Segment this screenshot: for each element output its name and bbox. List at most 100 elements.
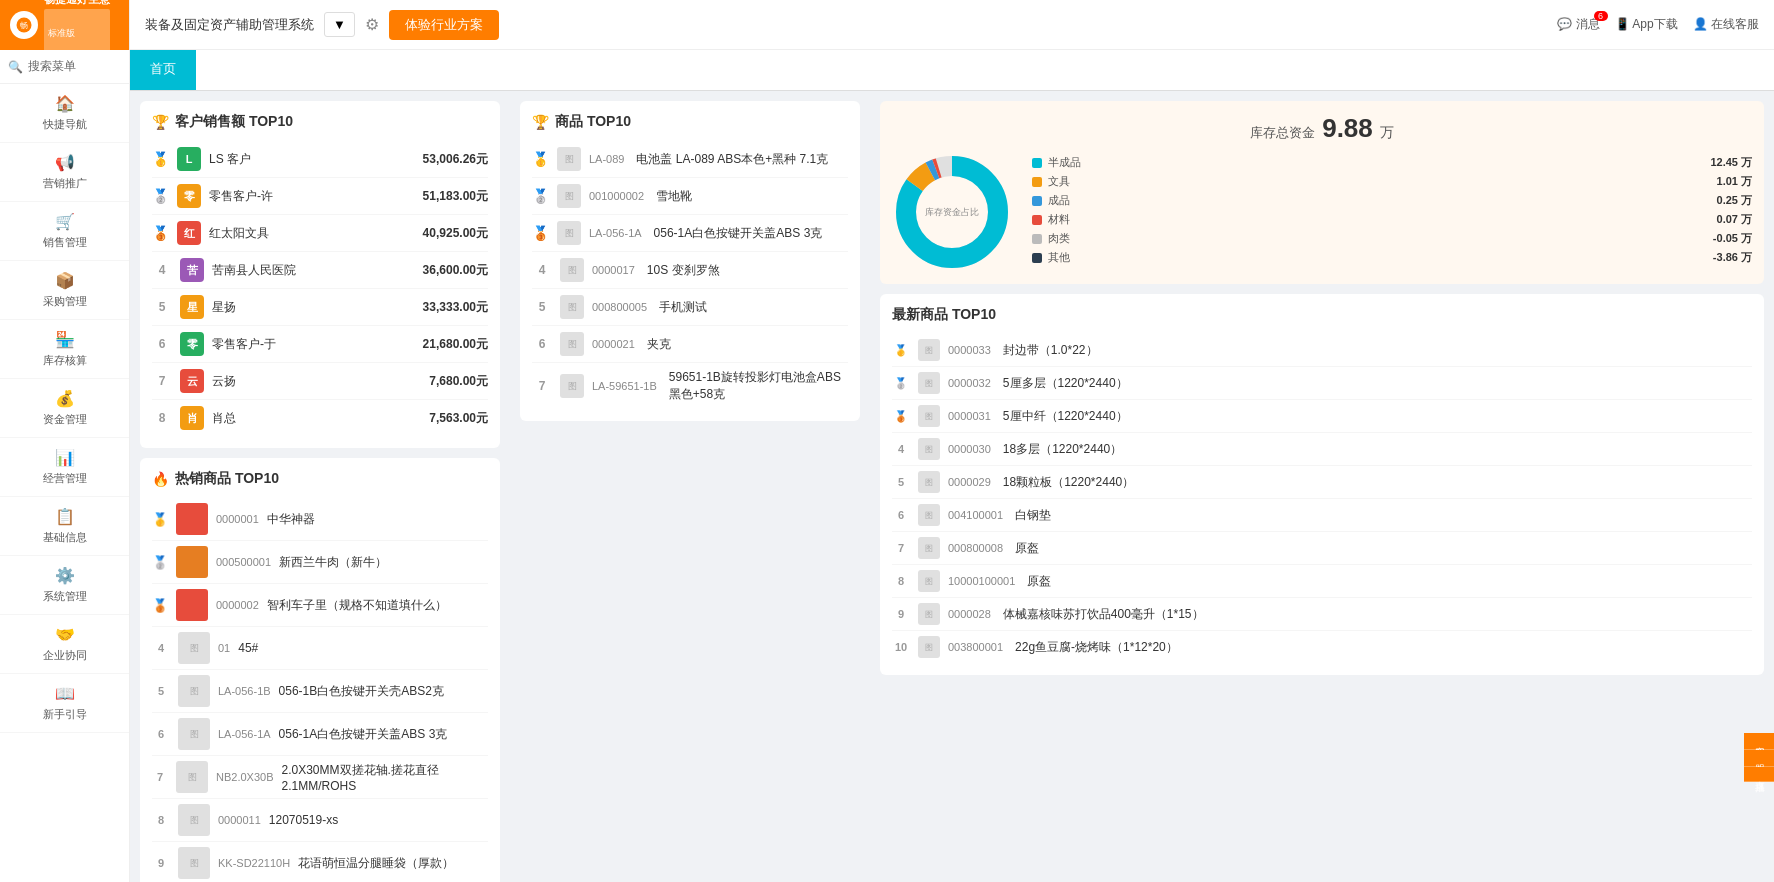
newest-product-name: 5厘多层（1220*2440） [1003,375,1128,392]
legend-color-dot [1032,196,1042,206]
customer-avatar: 星 [180,295,204,319]
sidebar-item-purchase[interactable]: 📦 采购管理 [0,261,129,320]
sidebar-item-label-purchase: 采购管理 [43,294,87,309]
topbar-dropdown[interactable]: ▼ [324,12,355,37]
hot-product-image [176,503,208,535]
newest-product-item: 10 图 003800001 22g鱼豆腐-烧烤味（1*12*20） [892,631,1752,663]
sidebar-item-system[interactable]: ⚙️ 系统管理 [0,556,129,615]
sidebar-item-quick-nav[interactable]: 🏠 快捷导航 [0,84,129,143]
newest-product-code: 0000033 [948,344,991,356]
product-thumbnail: 图 [560,258,584,282]
inventory-total-section: 库存总资金 9.88 万 [892,113,1752,144]
dropdown-arrow-icon: ▼ [333,17,346,32]
newest-product-image: 图 [918,471,940,493]
float-btn-service[interactable]: 客服热线 [1744,733,1774,750]
online-service-btn[interactable]: 👤 在线客服 [1693,16,1759,33]
rank-number: 5 [152,300,172,314]
float-btn-live[interactable]: 直播 [1744,767,1774,782]
newest-product-name: 原盔 [1027,573,1051,590]
hot-product-item: 9 图 KK-SD22110H 花语萌恒温分腿睡袋（厚款） [152,842,488,882]
newest-product-item: 🥉 图 0000031 5厘中纤（1220*2440） [892,400,1752,433]
rank-number: 4 [532,263,552,277]
legend-item: 半成品 12.45 万 [1032,155,1752,170]
trial-button[interactable]: 体验行业方案 [389,10,499,40]
newest-product-code: 0000028 [948,608,991,620]
sidebar-item-sales[interactable]: 🛒 销售管理 [0,202,129,261]
sidebar-item-basic-info[interactable]: 📋 基础信息 [0,497,129,556]
marketing-icon: 📢 [55,153,75,172]
search-menu-btn[interactable]: 🔍 搜索菜单 [0,50,129,84]
settings-icon[interactable]: ⚙ [365,15,379,34]
sidebar-item-label-finance: 资金管理 [43,412,87,427]
customer-avatar: L [177,147,201,171]
sidebar-nav: 🏠 快捷导航 📢 营销推广 🛒 销售管理 📦 采购管理 🏪 库存核算 💰 资金管… [0,84,129,882]
hot-product-code: NB2.0X30B [216,771,273,783]
hot-product-code: 0000011 [218,814,261,826]
product-ranking-title: 🏆 商品 TOP10 [532,113,848,131]
system-title: 装备及固定资产辅助管理系统 [145,16,314,34]
product-name: 雪地靴 [656,188,848,205]
fire-icon: 🔥 [152,471,169,487]
messages-btn[interactable]: 💬 消息 6 [1557,16,1599,33]
product-code: 001000002 [589,190,644,202]
rank-number: 4 [152,263,172,277]
float-btn-community[interactable]: 服务社区 [1744,750,1774,767]
customer-avatar: 云 [180,369,204,393]
hot-rank-number: 4 [152,642,170,654]
app-download-btn[interactable]: 📱 App下载 [1615,16,1678,33]
quick-nav-icon: 🏠 [55,94,75,113]
sidebar-item-inventory[interactable]: 🏪 库存核算 [0,320,129,379]
hot-rank-number: 8 [152,814,170,826]
enterprise-icon: 🤝 [55,625,75,644]
hot-product-name: 12070519-xs [269,813,338,827]
customer-rank-item: 🥇 L LS 客户 53,006.26元 [152,141,488,178]
inventory-total-unit: 万 [1380,124,1394,140]
product-thumbnail: 图 [560,332,584,356]
newest-rank-number: 8 [892,575,910,587]
newest-product-image: 图 [918,636,940,658]
hot-product-image: 图 [178,632,210,664]
hot-product-name: 中华神器 [267,511,315,528]
svg-text:畅: 畅 [20,21,28,30]
page-main: 🏆 客户销售额 TOP10 🥇 L LS 客户 53,006.26元 🥈 零 零… [130,91,1774,882]
sidebar-item-label-inventory: 库存核算 [43,353,87,368]
newest-product-code: 0000029 [948,476,991,488]
hot-product-code: 0000001 [216,513,259,525]
product-rank-item: 🥉 图 LA-056-1A 056-1A白色按键开关盖ABS 3克 [532,215,848,252]
rank-number: 5 [532,300,552,314]
donut-section: 库存资金占比 半成品 12.45 万 文具 1.01 万 成品 0.25 万 材… [892,152,1752,272]
product-ranking-card: 🏆 商品 TOP10 🥇 图 LA-089 电池盖 LA-089 ABS本色+黑… [520,101,860,421]
newest-product-item: 5 图 0000029 18颗粒板（1220*2440） [892,466,1752,499]
newest-products-list: 🥇 图 0000033 封边带（1.0*22） 🥈 图 0000032 5厘多层… [892,334,1752,663]
newest-product-code: 10000100001 [948,575,1015,587]
gold-medal-icon: 🥇 [152,151,169,167]
inventory-total-label: 库存总资金 [1250,125,1315,140]
float-buttons: 客服热线 服务社区 直播 [1744,733,1774,782]
inventory-card: 库存总资金 9.88 万 [880,101,1764,284]
legend-color-dot [1032,177,1042,187]
newest-product-item: 🥇 图 0000033 封边带（1.0*22） [892,334,1752,367]
product-code: LA-59651-1B [592,380,657,392]
sidebar-item-newbie[interactable]: 📖 新手引导 [0,674,129,733]
legend-item: 其他 -3.86 万 [1032,250,1752,265]
sidebar-item-finance[interactable]: 💰 资金管理 [0,379,129,438]
tab-home[interactable]: 首页 [130,50,196,90]
newest-product-item: 4 图 0000030 18多层（1220*2440） [892,433,1752,466]
hot-product-image: 图 [176,761,208,793]
hot-product-name: 2.0X30MM双搓花轴.搓花直径2.1MM/ROHS [282,762,489,793]
legend-category-name: 成品 [1048,193,1711,208]
customer-rank-item: 6 零 零售客户-于 21,680.00元 [152,326,488,363]
sidebar-item-enterprise[interactable]: 🤝 企业协同 [0,615,129,674]
product-rank-item: 5 图 000800005 手机测试 [532,289,848,326]
product-rank-item: 6 图 0000021 夹克 [532,326,848,363]
sidebar-item-operations[interactable]: 📊 经营管理 [0,438,129,497]
rank-number: 8 [152,411,172,425]
inventory-legend: 半成品 12.45 万 文具 1.01 万 成品 0.25 万 材料 0.07 … [1032,155,1752,269]
product-rank-item: 4 图 0000017 10S 变刹罗煞 [532,252,848,289]
legend-category-value: 1.01 万 [1717,174,1752,189]
customer-value: 21,680.00元 [423,336,488,353]
mobile-icon: 📱 [1615,17,1630,31]
legend-color-dot [1032,215,1042,225]
hot-products-list: 🥇 0000001 中华神器 🥈 000500001 新西兰牛肉（新牛） 🥉 0… [152,498,488,882]
sidebar-item-marketing[interactable]: 📢 营销推广 [0,143,129,202]
